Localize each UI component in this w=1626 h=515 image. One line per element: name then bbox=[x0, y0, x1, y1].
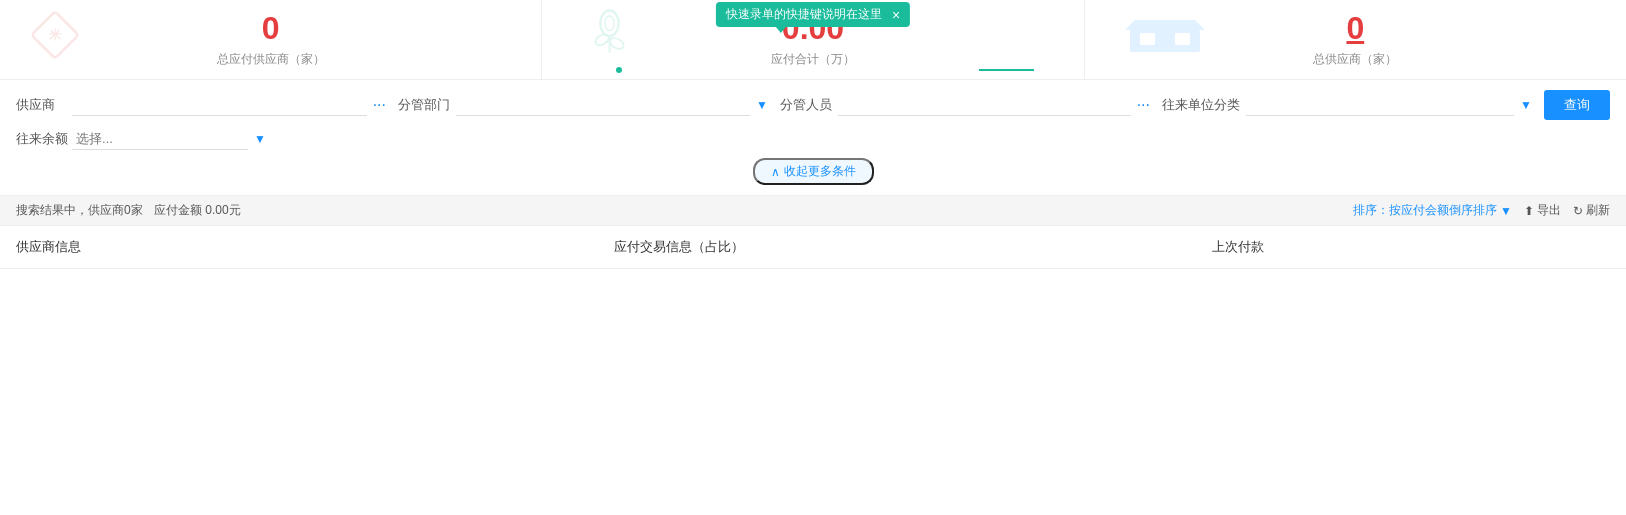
refresh-icon: ↻ bbox=[1573, 204, 1583, 218]
tooltip-close-button[interactable]: × bbox=[892, 7, 900, 23]
stat-payable-total: 快速录单的快捷键说明在这里 × 0.00 应付合计（万） bbox=[542, 0, 1084, 79]
col-supplier-info: 供应商信息 bbox=[16, 238, 614, 256]
export-label: 导出 bbox=[1537, 202, 1561, 219]
supplier-input[interactable] bbox=[72, 94, 367, 116]
collapse-label: 收起更多条件 bbox=[784, 163, 856, 180]
table-body bbox=[0, 269, 1626, 515]
manager-label: 分管人员 bbox=[780, 96, 832, 114]
result-actions: 排序：按应付会额倒序排序 ▼ ⬆ 导出 ↻ 刷新 bbox=[1353, 202, 1610, 219]
svg-point-5 bbox=[594, 32, 611, 47]
query-button[interactable]: 查询 bbox=[1544, 90, 1610, 120]
refresh-button[interactable]: ↻ 刷新 bbox=[1573, 202, 1610, 219]
stat-total-suppliers: 0 总供应商（家） bbox=[1085, 0, 1626, 79]
payable-suppliers-number: 0 bbox=[262, 11, 280, 46]
supplier-dots-button[interactable]: ··· bbox=[373, 96, 386, 114]
refresh-label: 刷新 bbox=[1586, 202, 1610, 219]
tooltip-indicator-line bbox=[979, 69, 1034, 71]
supplier-filter: 供应商 ··· bbox=[16, 94, 386, 116]
top-stats-bar: 米 0 总应付供应商（家） 快速录单的快捷键说明在这里 × 0.00 应付合计（… bbox=[0, 0, 1626, 80]
total-suppliers-label: 总供应商（家） bbox=[1313, 51, 1397, 68]
export-button[interactable]: ⬆ 导出 bbox=[1524, 202, 1561, 219]
table-header: 供应商信息 应付交易信息（占比） 上次付款 bbox=[0, 226, 1626, 269]
balance-select[interactable] bbox=[72, 128, 248, 150]
svg-point-3 bbox=[605, 16, 614, 31]
stat-payable-suppliers: 米 0 总应付供应商（家） bbox=[0, 0, 542, 79]
manager-filter: 分管人员 ··· bbox=[780, 94, 1150, 116]
balance-filter: 往来余额 ▼ bbox=[16, 128, 266, 150]
payable-total-label: 应付合计（万） bbox=[771, 51, 855, 68]
sort-select[interactable]: 排序：按应付会额倒序排序 ▼ bbox=[1353, 202, 1512, 219]
unit-chevron-icon[interactable]: ▼ bbox=[1520, 98, 1532, 112]
sort-label: 排序：按应付会额倒序排序 bbox=[1353, 202, 1497, 219]
collapse-row: ∧ 收起更多条件 bbox=[16, 158, 1610, 185]
collapse-chevron-icon: ∧ bbox=[771, 165, 780, 179]
svg-point-6 bbox=[609, 36, 626, 51]
col-transaction-info: 应付交易信息（占比） bbox=[614, 238, 1212, 256]
filter-row-1: 供应商 ··· 分管部门 ▼ 分管人员 ··· 往来单位分类 ▼ 查询 bbox=[16, 90, 1610, 120]
total-suppliers-number: 0 bbox=[1346, 11, 1364, 46]
result-summary: 搜索结果中，供应商0家 应付金额 0.00元 bbox=[16, 202, 241, 219]
store-icon bbox=[1125, 15, 1205, 55]
balance-label: 往来余额 bbox=[16, 130, 66, 148]
department-chevron-icon[interactable]: ▼ bbox=[756, 98, 768, 112]
department-input[interactable] bbox=[456, 94, 750, 116]
collapse-button[interactable]: ∧ 收起更多条件 bbox=[753, 158, 874, 185]
sort-chevron-icon: ▼ bbox=[1500, 204, 1512, 218]
supplier-label: 供应商 bbox=[16, 96, 66, 114]
svg-rect-8 bbox=[1140, 33, 1155, 45]
shortcut-tooltip: 快速录单的快捷键说明在这里 × bbox=[716, 2, 910, 27]
result-amount: 应付金额 0.00元 bbox=[154, 203, 241, 217]
grain-icon bbox=[582, 5, 637, 60]
diamond-icon: 米 bbox=[30, 10, 80, 60]
svg-marker-10 bbox=[1125, 20, 1205, 30]
department-label: 分管部门 bbox=[398, 96, 450, 114]
filter-area: 供应商 ··· 分管部门 ▼ 分管人员 ··· 往来单位分类 ▼ 查询 往来余额 bbox=[0, 80, 1626, 196]
unit-input[interactable] bbox=[1246, 94, 1514, 116]
manager-input[interactable] bbox=[838, 94, 1131, 116]
svg-point-2 bbox=[601, 11, 619, 37]
tooltip-indicator-dot bbox=[614, 65, 624, 75]
unit-label: 往来单位分类 bbox=[1162, 96, 1240, 114]
result-text: 搜索结果中，供应商0家 bbox=[16, 203, 143, 217]
filter-row-2: 往来余额 ▼ bbox=[16, 128, 1610, 150]
manager-dots-button[interactable]: ··· bbox=[1137, 96, 1150, 114]
payable-suppliers-label: 总应付供应商（家） bbox=[217, 51, 325, 68]
balance-chevron-icon[interactable]: ▼ bbox=[254, 132, 266, 146]
department-filter: 分管部门 ▼ bbox=[398, 94, 768, 116]
svg-text:米: 米 bbox=[48, 28, 62, 41]
col-last-payment: 上次付款 bbox=[1212, 238, 1611, 256]
svg-rect-9 bbox=[1175, 33, 1190, 45]
tooltip-text: 快速录单的快捷键说明在这里 bbox=[726, 6, 882, 23]
unit-filter: 往来单位分类 ▼ bbox=[1162, 94, 1532, 116]
export-icon: ⬆ bbox=[1524, 204, 1534, 218]
result-bar: 搜索结果中，供应商0家 应付金额 0.00元 排序：按应付会额倒序排序 ▼ ⬆ … bbox=[0, 196, 1626, 226]
